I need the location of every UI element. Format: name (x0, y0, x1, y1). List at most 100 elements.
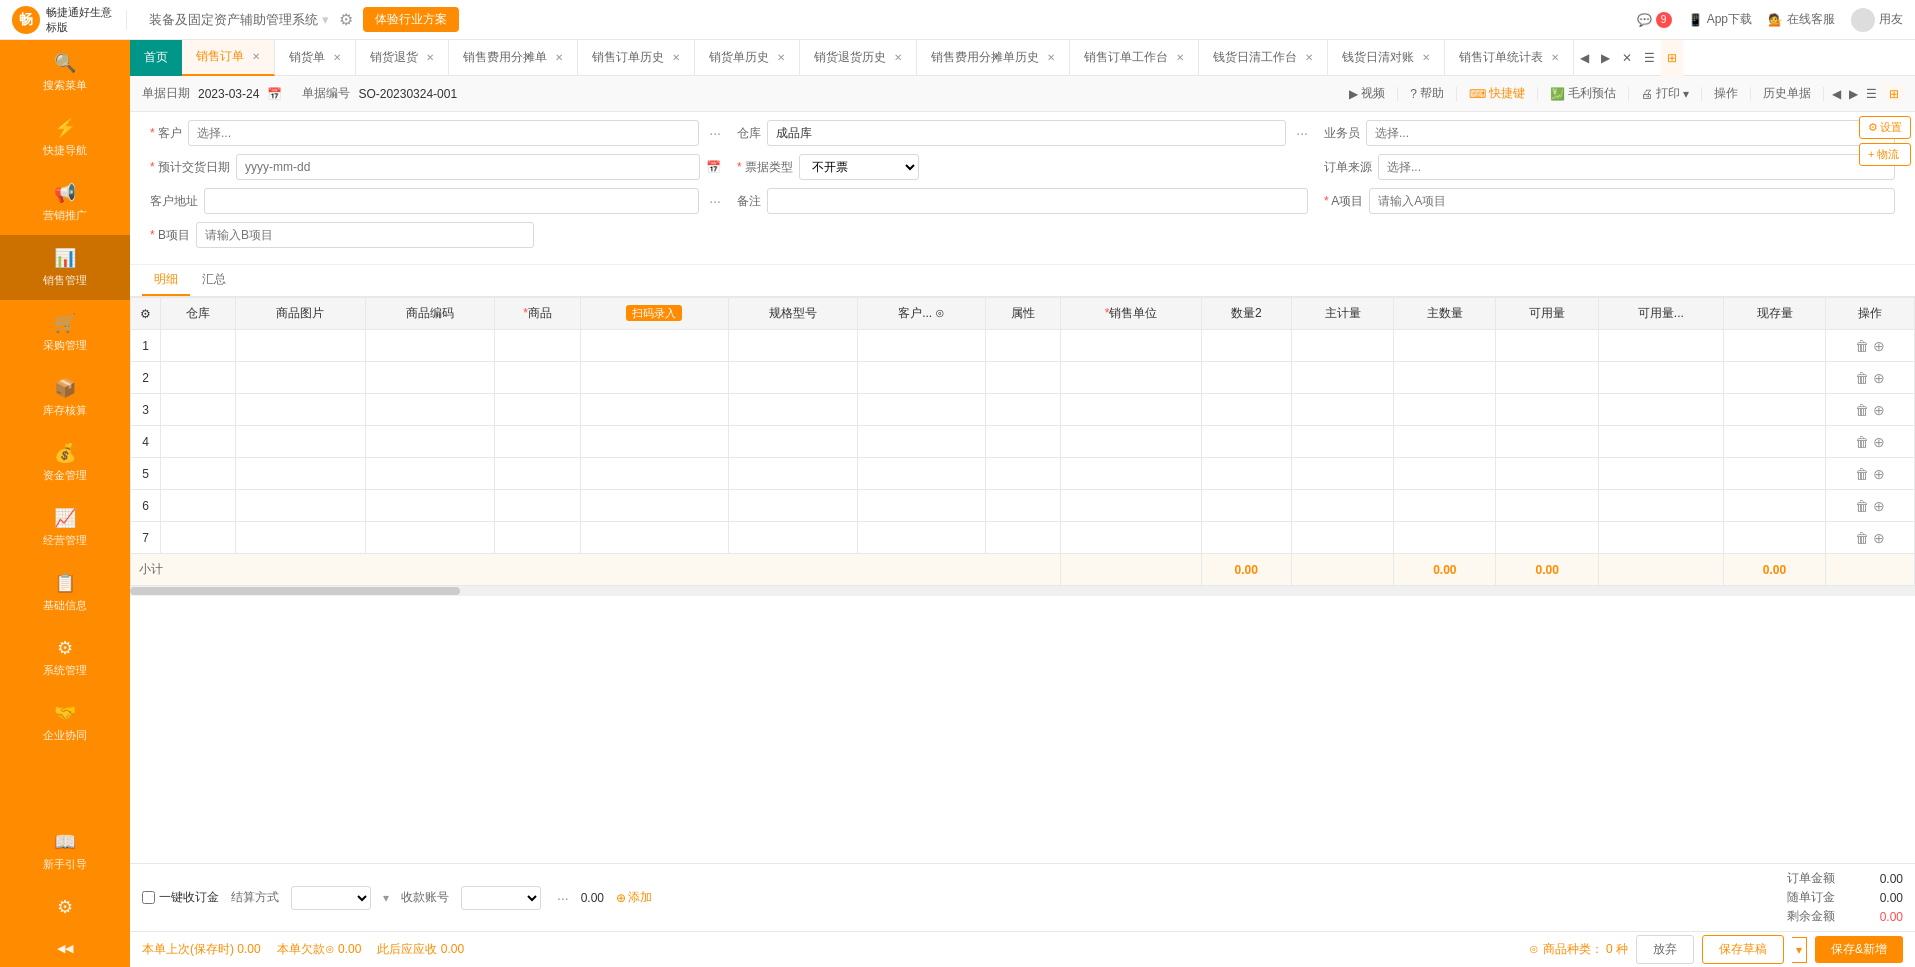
cell-qty2[interactable] (1201, 330, 1291, 362)
nav-next-btn[interactable]: ▶ (1849, 87, 1858, 101)
copy-icon[interactable]: ⊕ (1873, 434, 1885, 450)
sidebar-collapse[interactable]: ◀◀ (0, 930, 130, 967)
delete-icon[interactable]: 🗑 (1855, 402, 1869, 418)
user-menu[interactable]: 用友 (1851, 8, 1903, 32)
sidebar-settings[interactable]: ⚙ (0, 884, 130, 930)
warehouse-input[interactable] (767, 120, 1286, 146)
scrollbar-thumb[interactable] (130, 587, 460, 595)
tab-close-icon[interactable]: ✕ (894, 52, 902, 63)
copy-icon[interactable]: ⊕ (1873, 498, 1885, 514)
tab-menu-btn[interactable]: ☰ (1638, 40, 1661, 76)
b-project-input[interactable] (196, 222, 534, 248)
cell-product[interactable] (495, 330, 581, 362)
tab-close-icon[interactable]: ✕ (672, 52, 680, 63)
tab-close-icon[interactable]: ✕ (1551, 52, 1559, 63)
tab-daily-reconcile[interactable]: 钱货日清对账 ✕ (1328, 40, 1445, 76)
warehouse-more-btn[interactable]: ··· (1296, 125, 1308, 141)
tab-close-icon[interactable]: ✕ (777, 52, 785, 63)
delete-icon[interactable]: 🗑 (1855, 434, 1869, 450)
address-more-btn[interactable]: ··· (709, 193, 721, 209)
sidebar-item-purchase[interactable]: 🛒 采购管理 (0, 300, 130, 365)
operate-btn[interactable]: 操作 (1710, 83, 1742, 104)
tab-slip-history[interactable]: 销货单历史 ✕ (695, 40, 800, 76)
tab-next-btn[interactable]: ▶ (1595, 40, 1616, 76)
add-btn[interactable]: ⊕ 添加 (616, 889, 652, 906)
account-more-btn[interactable]: ··· (557, 890, 569, 906)
message-btn[interactable]: 💬 9 9 (1637, 12, 1672, 28)
card-view-btn[interactable]: ⊞ (1885, 85, 1903, 103)
sidebar-item-collab[interactable]: 🤝 企业协同 (0, 690, 130, 755)
copy-icon[interactable]: ⊕ (1873, 530, 1885, 546)
tab-home[interactable]: 首页 (130, 40, 182, 76)
sidebar-item-quick-nav[interactable]: ⚡ 快捷导航 (0, 105, 130, 170)
history-btn[interactable]: 历史单据 (1759, 83, 1815, 104)
save-draft-arrow[interactable]: ▾ (1792, 937, 1807, 963)
staff-input[interactable] (1366, 120, 1895, 146)
tab-close-icon[interactable]: ✕ (555, 52, 563, 63)
cell-warehouse[interactable] (161, 330, 236, 362)
one-click-settle-checkbox[interactable]: 一键收订金 (142, 889, 219, 906)
customer-more-btn[interactable]: ··· (709, 125, 721, 141)
calendar-icon[interactable]: 📅 (267, 87, 282, 101)
sidebar-item-management[interactable]: 📈 经营管理 (0, 495, 130, 560)
profit-btn[interactable]: 💹 毛利预估 (1546, 83, 1620, 104)
copy-icon[interactable]: ⊕ (1873, 338, 1885, 354)
copy-icon[interactable]: ⊕ (1873, 402, 1885, 418)
online-service-btn[interactable]: 💁 在线客服 (1768, 11, 1835, 28)
tab-more-btn[interactable]: ✕ (1616, 40, 1638, 76)
logistics-button[interactable]: + 物流 (1859, 143, 1911, 166)
sidebar-item-basic-info[interactable]: 📋 基础信息 (0, 560, 130, 625)
tab-sales-order[interactable]: 销售订单 ✕ (182, 40, 275, 76)
cell-main-qty[interactable] (1394, 330, 1496, 362)
settle-method-select[interactable] (291, 886, 371, 910)
tab-close-icon[interactable]: ✕ (1422, 52, 1430, 63)
tab-fee-history[interactable]: 销售费用分摊单历史 ✕ (917, 40, 1070, 76)
discard-button[interactable]: 放弃 (1636, 935, 1694, 964)
save-draft-button[interactable]: 保存草稿 (1702, 935, 1784, 964)
copy-icon[interactable]: ⊕ (1873, 466, 1885, 482)
one-click-checkbox[interactable] (142, 891, 155, 904)
delete-icon[interactable]: 🗑 (1855, 370, 1869, 386)
address-input[interactable] (204, 188, 699, 214)
cell-attr[interactable] (986, 330, 1061, 362)
tab-order-history[interactable]: 销售订单历史 ✕ (578, 40, 695, 76)
nav-prev-btn[interactable]: ◀ (1832, 87, 1841, 101)
tab-prev-btn[interactable]: ◀ (1574, 40, 1595, 76)
settings-button[interactable]: ⚙ 设置 (1859, 116, 1911, 139)
tab-close-icon[interactable]: ✕ (1047, 52, 1055, 63)
tab-close-icon[interactable]: ✕ (1305, 52, 1313, 63)
order-source-input[interactable] (1378, 154, 1895, 180)
solution-button[interactable]: 体验行业方案 (363, 7, 459, 32)
account-select[interactable] (461, 886, 541, 910)
gear-icon[interactable]: ⚙ (339, 10, 353, 29)
table-scrollbar[interactable] (130, 586, 1915, 596)
shortcut-btn[interactable]: ⌨ 快捷键 (1465, 83, 1529, 104)
delete-icon[interactable]: 🗑 (1855, 338, 1869, 354)
tab-return-history[interactable]: 销货退货历史 ✕ (800, 40, 917, 76)
table-container[interactable]: ⚙ 仓库 商品图片 商品编码 *商品 扫码录入 规格型号 客户... ⊙ 属性 … (130, 297, 1915, 863)
tab-close-icon[interactable]: ✕ (1176, 52, 1184, 63)
tab-close-icon[interactable]: ✕ (426, 52, 434, 63)
sidebar-item-inventory[interactable]: 📦 库存核算 (0, 365, 130, 430)
app-download-btn[interactable]: 📱 App下载 (1688, 11, 1752, 28)
print-btn[interactable]: 🖨 打印 ▾ (1637, 83, 1693, 104)
sidebar-item-marketing[interactable]: 📢 营销推广 (0, 170, 130, 235)
save-new-button[interactable]: 保存&新增 (1815, 936, 1903, 963)
sidebar-item-search[interactable]: 🔍 搜索菜单 (0, 40, 130, 105)
customer-input[interactable] (188, 120, 699, 146)
invoice-type-select[interactable]: 不开票 (799, 154, 919, 180)
tab-summary[interactable]: 汇总 (190, 265, 238, 296)
tab-daily-workbench[interactable]: 钱货日清工作台 ✕ (1199, 40, 1328, 76)
tab-close-icon[interactable]: ✕ (333, 52, 341, 63)
cell-customer-attr[interactable] (858, 330, 986, 362)
help-btn[interactable]: ? 帮助 (1406, 83, 1448, 104)
sidebar-item-guide[interactable]: 📖 新手引导 (0, 819, 130, 884)
remark-input[interactable] (767, 188, 1308, 214)
sidebar-item-finance[interactable]: 💰 资金管理 (0, 430, 130, 495)
copy-icon[interactable]: ⊕ (1873, 370, 1885, 386)
th-settings[interactable]: ⚙ (131, 298, 161, 330)
tab-fee-split[interactable]: 销售费用分摊单 ✕ (449, 40, 578, 76)
cell-spec[interactable] (728, 330, 858, 362)
settle-more-btn[interactable]: ▾ (383, 891, 389, 905)
sidebar-item-sales[interactable]: 📊 销售管理 (0, 235, 130, 300)
